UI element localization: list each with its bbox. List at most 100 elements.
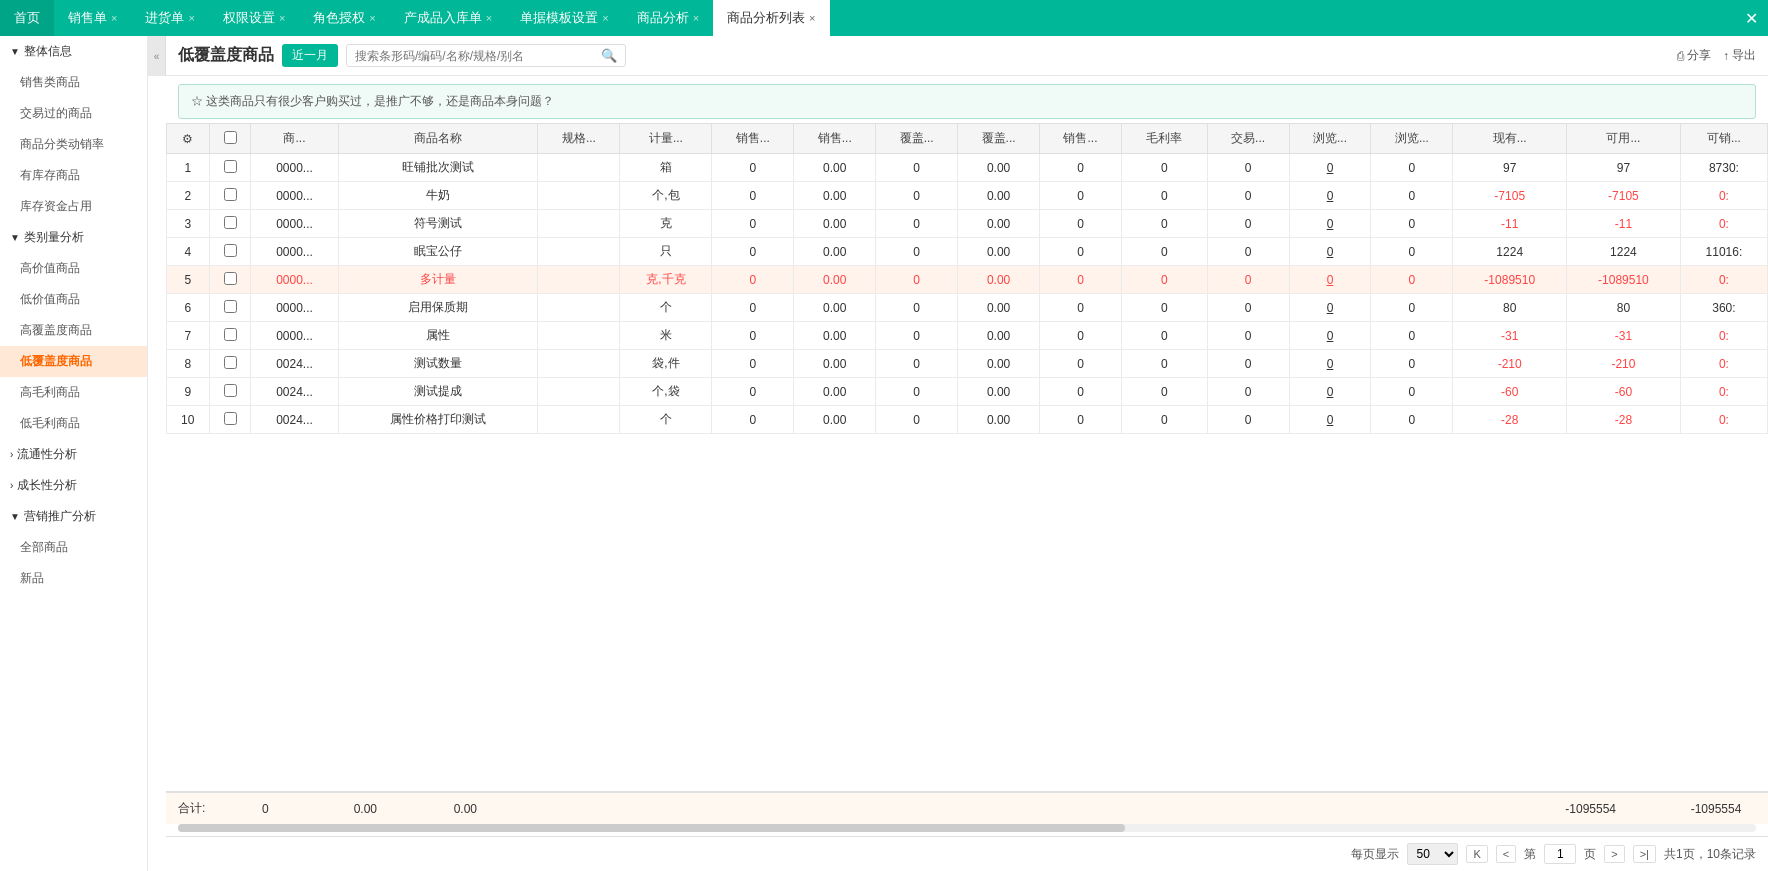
- cell-checkbox[interactable]: [209, 266, 251, 294]
- page-size-select[interactable]: 50 10 20 100: [1407, 843, 1458, 865]
- scrollbar-thumb[interactable]: [178, 824, 1125, 832]
- row-checkbox[interactable]: [224, 216, 237, 229]
- row-checkbox[interactable]: [224, 356, 237, 369]
- col-saleable[interactable]: 可销...: [1680, 124, 1767, 154]
- col-available-stock[interactable]: 可用...: [1567, 124, 1681, 154]
- cell-checkbox[interactable]: [209, 210, 251, 238]
- row-checkbox[interactable]: [224, 244, 237, 257]
- nav-item-单据模板设置[interactable]: 单据模板设置 ×: [506, 0, 622, 36]
- cell-browse1[interactable]: 0: [1289, 266, 1371, 294]
- cell-checkbox[interactable]: [209, 350, 251, 378]
- cell-checkbox[interactable]: [209, 378, 251, 406]
- select-all-checkbox[interactable]: [224, 131, 237, 144]
- next-page-btn[interactable]: >: [1604, 845, 1624, 863]
- cell-browse1[interactable]: 0: [1289, 238, 1371, 266]
- sidebar-item-全部商品[interactable]: 全部商品: [0, 532, 147, 563]
- sidebar-group-overall[interactable]: ▼ 整体信息: [0, 36, 147, 67]
- sidebar-item-高覆盖度商品[interactable]: 高覆盖度商品: [0, 315, 147, 346]
- last-page-btn[interactable]: >|: [1633, 845, 1656, 863]
- row-checkbox[interactable]: [224, 300, 237, 313]
- sidebar-collapse-btn[interactable]: «: [148, 36, 166, 76]
- cell-browse1[interactable]: 0: [1289, 322, 1371, 350]
- cell-browse1[interactable]: 0: [1289, 350, 1371, 378]
- col-cov2[interactable]: 覆盖...: [958, 124, 1040, 154]
- cell-browse1[interactable]: 0: [1289, 406, 1371, 434]
- nav-close-单据模板设置[interactable]: ×: [602, 12, 608, 24]
- sidebar-item-低毛利商品[interactable]: 低毛利商品: [0, 408, 147, 439]
- cell-sales3: 0: [1040, 350, 1122, 378]
- row-checkbox[interactable]: [224, 160, 237, 173]
- sidebar-group-growth[interactable]: › 成长性分析: [0, 470, 147, 501]
- nav-item-进货单[interactable]: 进货单 ×: [131, 0, 208, 36]
- sidebar-group-flow[interactable]: › 流通性分析: [0, 439, 147, 470]
- sidebar-group-marketing[interactable]: ▼ 营销推广分析: [0, 501, 147, 532]
- share-btn[interactable]: ⎙ 分享: [1677, 47, 1711, 64]
- cell-checkbox[interactable]: [209, 322, 251, 350]
- sidebar-item-销售类商品[interactable]: 销售类商品: [0, 67, 147, 98]
- table-wrapper[interactable]: ⚙ 商... 商品名称 规格... 计量... 销售... 销售... 覆盖..…: [166, 123, 1768, 791]
- window-close-btn[interactable]: ✕: [1745, 9, 1758, 28]
- sidebar-item-低价值商品[interactable]: 低价值商品: [0, 284, 147, 315]
- cell-checkbox[interactable]: [209, 154, 251, 182]
- cell-browse1[interactable]: 0: [1289, 154, 1371, 182]
- nav-close-角色授权[interactable]: ×: [369, 12, 375, 24]
- first-page-btn[interactable]: K: [1466, 845, 1487, 863]
- nav-close-进货单[interactable]: ×: [188, 12, 194, 24]
- nav-item-销售单[interactable]: 销售单 ×: [54, 0, 131, 36]
- sidebar-item-新品[interactable]: 新品: [0, 563, 147, 594]
- row-checkbox[interactable]: [224, 328, 237, 341]
- horizontal-scrollbar[interactable]: [178, 824, 1756, 832]
- col-sales3[interactable]: 销售...: [1040, 124, 1122, 154]
- col-browse2[interactable]: 浏览...: [1371, 124, 1453, 154]
- col-cov1[interactable]: 覆盖...: [876, 124, 958, 154]
- col-spec[interactable]: 规格...: [538, 124, 620, 154]
- cell-browse1[interactable]: 0: [1289, 294, 1371, 322]
- prev-page-btn[interactable]: <: [1496, 845, 1516, 863]
- row-checkbox[interactable]: [224, 272, 237, 285]
- row-checkbox[interactable]: [224, 384, 237, 397]
- nav-close-产成品入库单[interactable]: ×: [486, 12, 492, 24]
- sidebar-item-有库存商品[interactable]: 有库存商品: [0, 160, 147, 191]
- nav-item-首页[interactable]: 首页: [0, 0, 54, 36]
- nav-item-产成品入库单[interactable]: 产成品入库单 ×: [390, 0, 506, 36]
- search-input[interactable]: [355, 49, 601, 63]
- col-browse1[interactable]: 浏览...: [1289, 124, 1371, 154]
- cell-browse1[interactable]: 0: [1289, 182, 1371, 210]
- col-name[interactable]: 商品名称: [338, 124, 538, 154]
- col-gross-margin[interactable]: 毛利率: [1121, 124, 1207, 154]
- cell-browse1[interactable]: 0: [1289, 210, 1371, 238]
- nav-close-商品分析[interactable]: ×: [693, 12, 699, 24]
- cell-browse1[interactable]: 0: [1289, 378, 1371, 406]
- cell-checkbox[interactable]: [209, 238, 251, 266]
- col-code[interactable]: 商...: [251, 124, 338, 154]
- row-checkbox[interactable]: [224, 188, 237, 201]
- page-input[interactable]: [1544, 844, 1576, 864]
- sidebar-item-库存资金占用[interactable]: 库存资金占用: [0, 191, 147, 222]
- nav-item-商品分析[interactable]: 商品分析 ×: [623, 0, 713, 36]
- col-current-stock[interactable]: 现有...: [1453, 124, 1567, 154]
- nav-close-商品分析列表[interactable]: ×: [809, 12, 815, 24]
- sidebar-item-交易过的商品[interactable]: 交易过的商品: [0, 98, 147, 129]
- filter-period-btn[interactable]: 近一月: [282, 44, 338, 67]
- col-sales-qty[interactable]: 销售...: [712, 124, 794, 154]
- sidebar-item-高价值商品[interactable]: 高价值商品: [0, 253, 147, 284]
- cell-checkbox[interactable]: [209, 294, 251, 322]
- col-checkbox[interactable]: [209, 124, 251, 154]
- nav-close-权限设置[interactable]: ×: [279, 12, 285, 24]
- sidebar-item-低覆盖度商品[interactable]: 低覆盖度商品: [0, 346, 147, 377]
- nav-close-销售单[interactable]: ×: [111, 12, 117, 24]
- export-btn[interactable]: ↑ 导出: [1723, 47, 1756, 64]
- sidebar-item-高毛利商品[interactable]: 高毛利商品: [0, 377, 147, 408]
- nav-item-角色授权[interactable]: 角色授权 ×: [299, 0, 389, 36]
- nav-item-商品分析列表[interactable]: 商品分析列表 ×: [713, 0, 829, 36]
- nav-item-权限设置[interactable]: 权限设置 ×: [209, 0, 299, 36]
- col-transaction[interactable]: 交易...: [1207, 124, 1289, 154]
- sidebar-group-category[interactable]: ▼ 类别量分析: [0, 222, 147, 253]
- col-unit[interactable]: 计量...: [620, 124, 712, 154]
- row-checkbox[interactable]: [224, 412, 237, 425]
- cell-checkbox[interactable]: [209, 182, 251, 210]
- col-settings[interactable]: ⚙: [167, 124, 210, 154]
- sidebar-item-商品分类动销率[interactable]: 商品分类动销率: [0, 129, 147, 160]
- col-sales-amt[interactable]: 销售...: [794, 124, 876, 154]
- cell-checkbox[interactable]: [209, 406, 251, 434]
